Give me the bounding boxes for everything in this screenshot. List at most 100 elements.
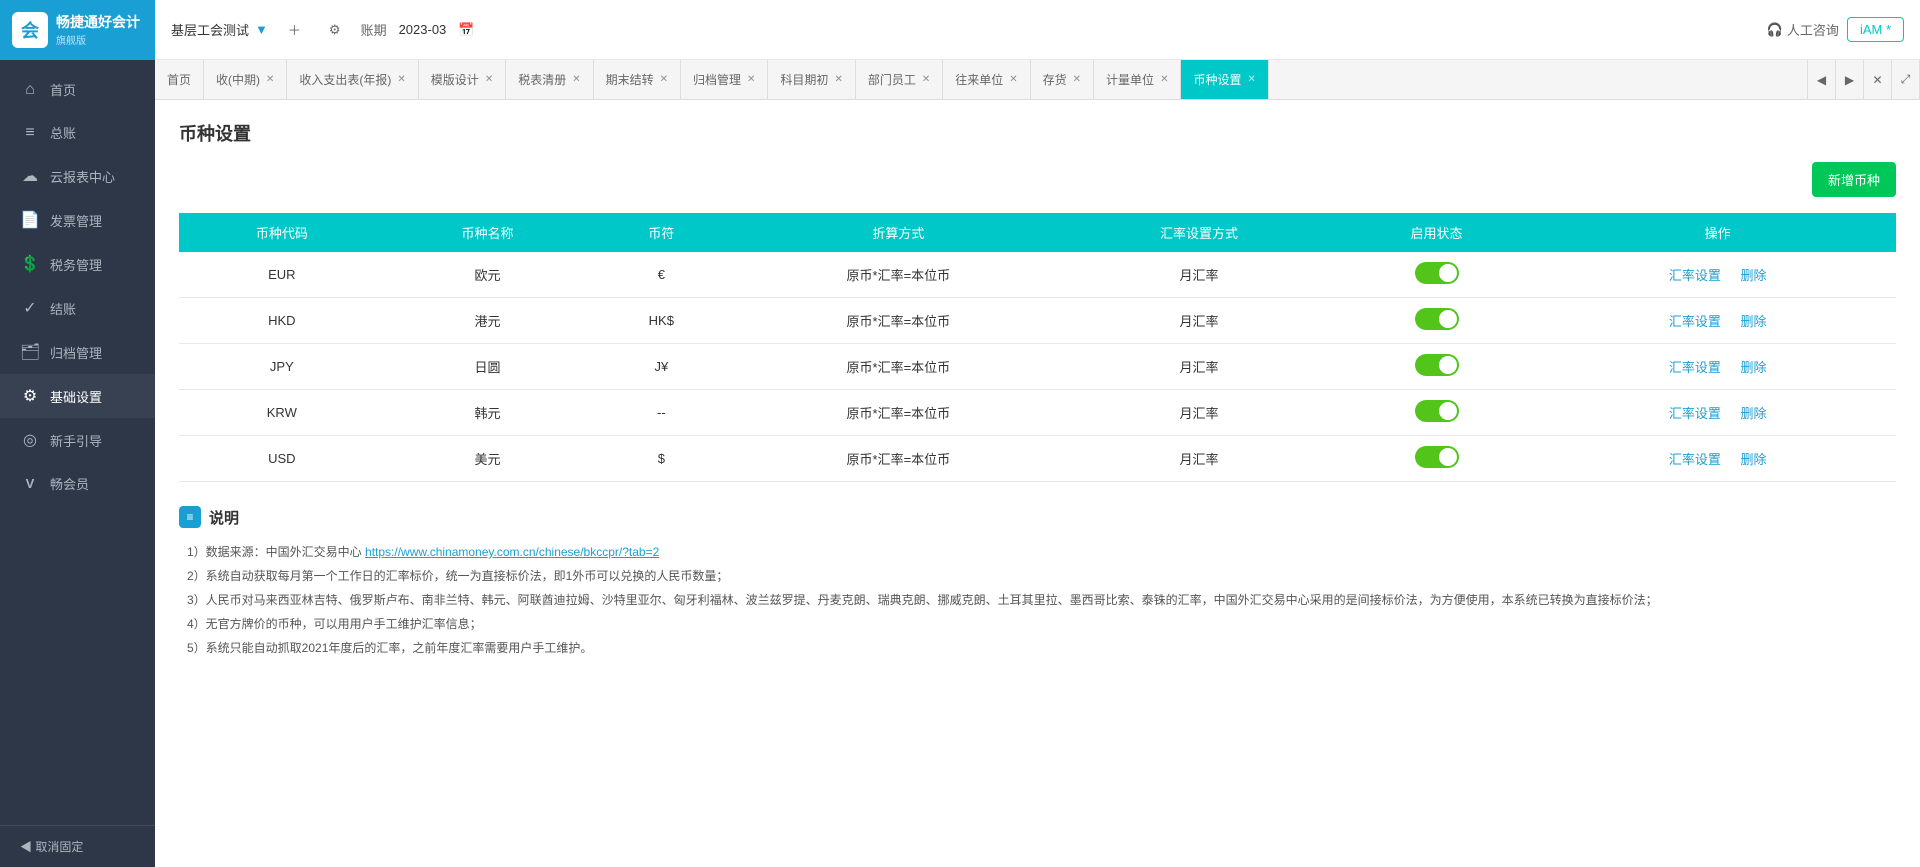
rate-setting-link[interactable]: 汇率设置: [1669, 452, 1721, 467]
tab-unit[interactable]: 计量单位 ✕: [1094, 60, 1181, 100]
sidebar-item-home[interactable]: ⌂ 首页: [0, 68, 155, 111]
tab-prev-btn[interactable]: ◀: [1808, 60, 1836, 100]
company-selector[interactable]: 基层工会测试 ▼: [171, 20, 268, 39]
calendar-icon[interactable]: 📅: [458, 22, 474, 38]
sidebar-item-label: 发票管理: [50, 211, 102, 230]
tab-template[interactable]: 模版设计 ✕: [419, 60, 506, 100]
sidebar-toggle[interactable]: ◀ 取消固定: [0, 825, 155, 867]
tab-close-icon[interactable]: ✕: [922, 74, 930, 85]
tab-close-icon[interactable]: ✕: [660, 74, 668, 85]
sidebar-item-archive[interactable]: 🗂 归档管理: [0, 330, 155, 374]
tab-maximize-btn[interactable]: ⤢: [1892, 60, 1920, 100]
tab-dept[interactable]: 部门员工 ✕: [856, 60, 943, 100]
table-row: HKD 港元 HK$ 原币*汇率=本位币 月汇率 汇率设置 删除: [179, 298, 1896, 344]
tab-budget[interactable]: 收(中期) ✕: [204, 60, 287, 100]
toggle-switch[interactable]: [1415, 308, 1459, 330]
tab-close-icon[interactable]: ✕: [485, 74, 493, 85]
sidebar-item-settings[interactable]: ⚙ 基础设置: [0, 374, 155, 418]
tab-yearend[interactable]: 期末结转 ✕: [594, 60, 681, 100]
cell-code: KRW: [179, 390, 385, 436]
tax-icon: 💲: [20, 254, 40, 274]
toggle-thumb: [1439, 448, 1457, 466]
new-currency-button[interactable]: 新增币种: [1812, 162, 1896, 197]
cell-symbol: HK$: [590, 298, 732, 344]
toggle-switch[interactable]: [1415, 400, 1459, 422]
add-company-btn[interactable]: ＋: [280, 20, 309, 39]
toggle-switch[interactable]: [1415, 354, 1459, 376]
cell-name: 欧元: [385, 252, 591, 298]
tab-close-icon[interactable]: ✕: [1160, 74, 1168, 85]
delete-link[interactable]: 删除: [1741, 268, 1767, 283]
tab-close-icon[interactable]: ✕: [1073, 74, 1081, 85]
member-icon: V: [20, 476, 40, 491]
tab-close-icon[interactable]: ✕: [747, 74, 755, 85]
sidebar: 会 畅捷通好会计 旗舰版 ⌂ 首页 ≡ 总账 ☁ 云报表中心 📄 发票管理 💲 …: [0, 0, 155, 867]
delete-link[interactable]: 删除: [1741, 360, 1767, 375]
cell-status: [1334, 344, 1540, 390]
delete-link[interactable]: 删除: [1741, 406, 1767, 421]
sidebar-item-reports[interactable]: ☁ 云报表中心: [0, 154, 155, 198]
rate-setting-link[interactable]: 汇率设置: [1669, 314, 1721, 329]
notes-link[interactable]: https://www.chinamoney.com.cn/chinese/bk…: [365, 545, 659, 559]
tab-archivemgr[interactable]: 归档管理 ✕: [681, 60, 768, 100]
cell-rate-method: 月汇率: [1064, 436, 1333, 482]
guide-icon: ◎: [20, 430, 40, 450]
toggle-switch[interactable]: [1415, 446, 1459, 468]
support-label: 人工咨询: [1787, 20, 1839, 39]
settings-btn[interactable]: ⚙: [321, 22, 349, 38]
tab-next-btn[interactable]: ▶: [1836, 60, 1864, 100]
cell-action: 汇率设置 删除: [1539, 390, 1896, 436]
cell-calc: 原币*汇率=本位币: [732, 252, 1064, 298]
rate-setting-link[interactable]: 汇率设置: [1669, 406, 1721, 421]
cell-symbol: J¥: [590, 344, 732, 390]
tab-customer[interactable]: 往来单位 ✕: [943, 60, 1030, 100]
tab-label: 科目期初: [780, 71, 828, 88]
tab-close-all-btn[interactable]: ✕: [1864, 60, 1892, 100]
toggle-track: [1415, 446, 1459, 468]
tab-subject[interactable]: 科目期初 ✕: [768, 60, 855, 100]
toggle-switch[interactable]: [1415, 262, 1459, 284]
toggle-track: [1415, 354, 1459, 376]
sidebar-item-guide[interactable]: ◎ 新手引导: [0, 418, 155, 462]
toggle-thumb: [1439, 264, 1457, 282]
cell-action: 汇率设置 删除: [1539, 298, 1896, 344]
tab-inventory[interactable]: 存货 ✕: [1031, 60, 1094, 100]
app-name: 畅捷通好会计: [56, 13, 140, 31]
notes-title-text: 说明: [209, 507, 239, 528]
cell-name: 美元: [385, 436, 591, 482]
tab-income[interactable]: 收入支出表(年报) ✕: [287, 60, 418, 100]
tab-label: 收(中期): [216, 71, 260, 88]
rate-setting-link[interactable]: 汇率设置: [1669, 268, 1721, 283]
support-button[interactable]: 🎧 人工咨询: [1767, 20, 1839, 39]
sidebar-item-invoice[interactable]: 📄 发票管理: [0, 198, 155, 242]
tab-close-icon[interactable]: ✕: [266, 74, 274, 85]
tab-close-icon[interactable]: ✕: [397, 74, 405, 85]
tab-home[interactable]: 首页: [155, 60, 204, 100]
logo-icon: 会: [12, 12, 48, 48]
tab-close-icon[interactable]: ✕: [834, 74, 842, 85]
rate-setting-link[interactable]: 汇率设置: [1669, 360, 1721, 375]
tab-currency[interactable]: 币种设置 ✕: [1181, 60, 1268, 100]
note-item-5: 5）系统只能自动抓取2021年度后的汇率，之前年度汇率需要用户手工维护。: [187, 636, 1896, 660]
tab-close-icon[interactable]: ✕: [572, 74, 580, 85]
cell-action: 汇率设置 删除: [1539, 252, 1896, 298]
account-button[interactable]: iAM *: [1847, 17, 1904, 42]
sidebar-item-tax[interactable]: 💲 税务管理: [0, 242, 155, 286]
toggle-thumb: [1439, 310, 1457, 328]
cell-symbol: €: [590, 252, 732, 298]
period-value: 2023-03: [399, 22, 447, 37]
sidebar-item-checkout[interactable]: ✓ 结账: [0, 286, 155, 330]
tab-close-icon[interactable]: ✕: [1247, 74, 1255, 85]
invoice-icon: 📄: [20, 210, 40, 230]
col-symbol: 币符: [590, 213, 732, 252]
tab-close-icon[interactable]: ✕: [1009, 74, 1017, 85]
sidebar-item-member[interactable]: V 畅会员: [0, 462, 155, 505]
tab-label: 归档管理: [693, 71, 741, 88]
delete-link[interactable]: 删除: [1741, 314, 1767, 329]
archive-icon: 🗂: [20, 342, 40, 362]
delete-link[interactable]: 删除: [1741, 452, 1767, 467]
cell-action: 汇率设置 删除: [1539, 344, 1896, 390]
tab-taxclear[interactable]: 税表清册 ✕: [506, 60, 593, 100]
sidebar-item-ledger[interactable]: ≡ 总账: [0, 111, 155, 154]
sidebar-nav: ⌂ 首页 ≡ 总账 ☁ 云报表中心 📄 发票管理 💲 税务管理 ✓ 结账 🗂 归…: [0, 60, 155, 825]
